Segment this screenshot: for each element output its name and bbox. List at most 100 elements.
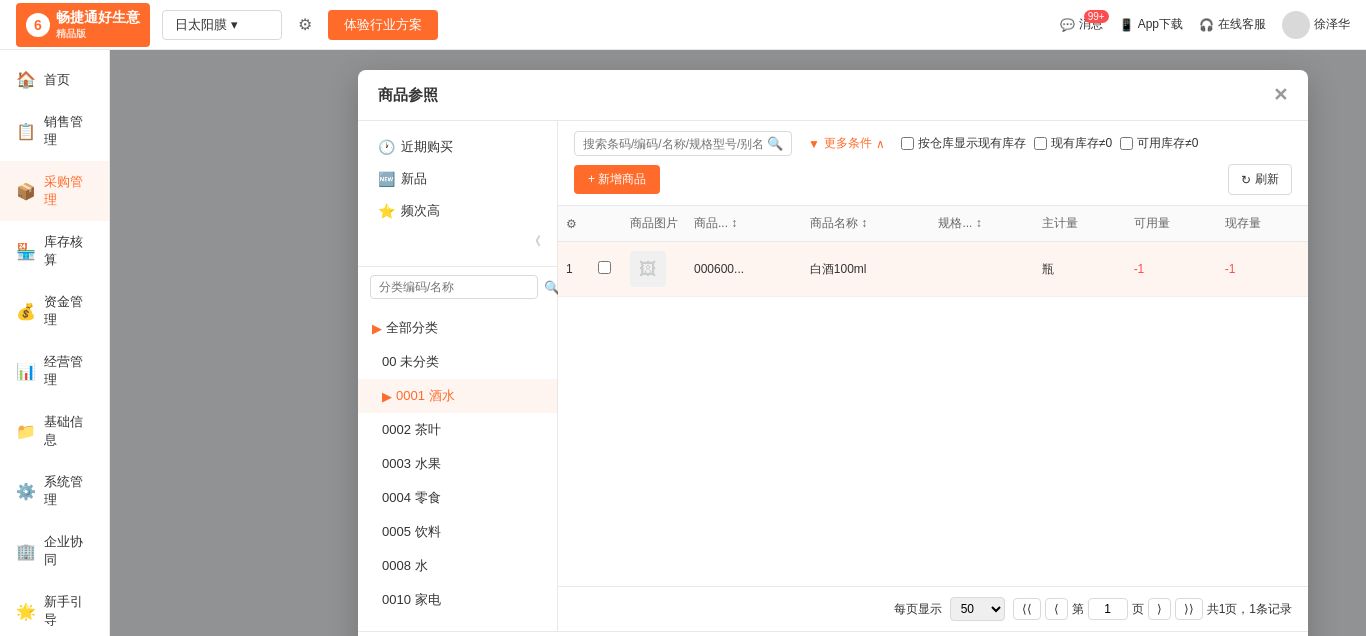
cat-item-beverage[interactable]: 0005 饮料 bbox=[358, 515, 557, 549]
sidebar-label-purchase: 采购管理 bbox=[44, 173, 93, 209]
th-code[interactable]: 商品... ↕ bbox=[686, 206, 802, 242]
sidebar-label-inventory: 库存核算 bbox=[44, 233, 93, 269]
filter-icon: ▼ bbox=[808, 137, 820, 151]
refresh-btn[interactable]: ↻ 刷新 bbox=[1228, 164, 1292, 195]
sales-icon: 📋 bbox=[16, 122, 36, 141]
system-icon: ⚙️ bbox=[16, 482, 36, 501]
th-spec[interactable]: 规格... ↕ bbox=[930, 206, 1034, 242]
sidebar-label-sales: 销售管理 bbox=[44, 113, 93, 149]
existing-stock-input[interactable] bbox=[1034, 137, 1047, 150]
cell-name: 白酒100ml bbox=[802, 242, 931, 297]
sidebar-item-system[interactable]: ⚙️ 系统管理 bbox=[0, 461, 109, 521]
sidebar-item-operations[interactable]: 📊 经营管理 bbox=[0, 341, 109, 401]
headset-icon: 🎧 bbox=[1199, 18, 1214, 32]
sidebar-item-finance[interactable]: 💰 资金管理 bbox=[0, 281, 109, 341]
cat-item-alcohol[interactable]: ▶ 0001 酒水 bbox=[358, 379, 557, 413]
product-search-input[interactable] bbox=[583, 137, 763, 151]
sidebar-label-enterprise: 企业协同 bbox=[44, 533, 93, 569]
last-page-btn[interactable]: ⟩⟩ bbox=[1175, 598, 1203, 620]
cat-label-all: 全部分类 bbox=[386, 319, 438, 337]
cell-check[interactable] bbox=[590, 242, 622, 297]
sidebar-item-inventory[interactable]: 🏪 库存核算 bbox=[0, 221, 109, 281]
cat-item-water[interactable]: 0008 水 bbox=[358, 549, 557, 583]
sidebar-label-guide: 新手引导 bbox=[44, 593, 93, 629]
add-product-btn[interactable]: + 新增商品 bbox=[574, 165, 660, 194]
cell-image: 🖼 bbox=[622, 242, 686, 297]
app-name: 畅捷通好生意 bbox=[56, 9, 140, 27]
cat-item-uncategorized[interactable]: 00 未分类 bbox=[358, 345, 557, 379]
collapse-left-btn[interactable]: 《 bbox=[368, 227, 547, 256]
prev-page-btn[interactable]: ⟨ bbox=[1045, 598, 1068, 620]
new-icon: 🆕 bbox=[378, 171, 395, 187]
cat-item-tea[interactable]: 0002 茶叶 bbox=[358, 413, 557, 447]
th-stock: 现存量 bbox=[1217, 206, 1308, 242]
first-page-btn[interactable]: ⟨⟨ bbox=[1013, 598, 1041, 620]
user-profile[interactable]: 徐泽华 bbox=[1282, 11, 1350, 39]
quick-item-recent[interactable]: 🕐 近期购买 bbox=[368, 131, 547, 163]
app-download-nav-item[interactable]: 📱 App下载 bbox=[1119, 16, 1183, 33]
sidebar-item-purchase[interactable]: 📦 采购管理 bbox=[0, 161, 109, 221]
next-page-btn[interactable]: ⟩ bbox=[1148, 598, 1171, 620]
modal-footer: 显示停用 ? 🛒 连续选择的商品 0 ∧ 取消 确定 bbox=[358, 631, 1308, 636]
cat-item-fruit[interactable]: 0003 水果 bbox=[358, 447, 557, 481]
available-stock-input[interactable] bbox=[1120, 137, 1133, 150]
th-unit: 主计量 bbox=[1034, 206, 1125, 242]
company-dropdown[interactable]: 日太阳膜 ▾ bbox=[162, 10, 282, 40]
filter-arrow-icon: ∧ bbox=[876, 137, 885, 151]
sidebar-item-home[interactable]: 🏠 首页 bbox=[0, 58, 109, 101]
existing-stock-label: 现有库存≠0 bbox=[1051, 135, 1112, 152]
quick-item-frequent[interactable]: ⭐ 频次高 bbox=[368, 195, 547, 227]
cat-item-all[interactable]: ▶ 全部分类 bbox=[358, 311, 557, 345]
mobile-icon: 📱 bbox=[1119, 18, 1134, 32]
search-icon[interactable]: 🔍 bbox=[767, 136, 783, 151]
page-size-select[interactable]: 50 10 20 100 bbox=[950, 597, 1005, 621]
existing-stock-checkbox[interactable]: 现有库存≠0 bbox=[1034, 135, 1112, 152]
sidebar-label-basics: 基础信息 bbox=[44, 413, 93, 449]
purchase-icon: 📦 bbox=[16, 182, 36, 201]
warehouse-filter-input[interactable] bbox=[901, 137, 914, 150]
messages-nav-item[interactable]: 💬 消息 99+ bbox=[1060, 16, 1103, 33]
category-search-input[interactable] bbox=[370, 275, 538, 299]
refresh-icon: ↻ bbox=[1241, 173, 1251, 187]
cat-label-fruit: 0003 水果 bbox=[382, 455, 441, 473]
page-number-input[interactable] bbox=[1088, 598, 1128, 620]
modal-close-icon[interactable]: ✕ bbox=[1273, 84, 1288, 106]
more-filter-btn[interactable]: ▼ 更多条件 ∧ bbox=[800, 131, 893, 156]
th-image: 商品图片 bbox=[622, 206, 686, 242]
product-table-wrap: ⚙ 商品图片 商品... ↕ 商品名称 ↕ bbox=[558, 206, 1308, 586]
logo: 6 畅捷通好生意 精品版 bbox=[16, 3, 150, 47]
cell-available: -1 bbox=[1126, 242, 1217, 297]
table-row[interactable]: 1 🖼 000600... 白酒100ml 瓶 -1 bbox=[558, 242, 1308, 297]
modal-right-panel: 🔍 ▼ 更多条件 ∧ 按仓库显示现有库存 bbox=[558, 121, 1308, 631]
category-search: 🔍 bbox=[358, 267, 557, 307]
th-name[interactable]: 商品名称 ↕ bbox=[802, 206, 931, 242]
online-service-nav-item[interactable]: 🎧 在线客服 bbox=[1199, 16, 1266, 33]
cat-arrow-all: ▶ bbox=[372, 321, 382, 336]
cell-rownum: 1 bbox=[558, 242, 590, 297]
available-stock-checkbox[interactable]: 可用库存≠0 bbox=[1120, 135, 1198, 152]
th-settings[interactable]: ⚙ bbox=[558, 206, 590, 242]
th-name-label: 商品名称 bbox=[810, 216, 858, 230]
cat-arrow-alcohol: ▶ bbox=[382, 389, 392, 404]
cat-item-appliance[interactable]: 0010 家电 bbox=[358, 583, 557, 617]
cell-spec bbox=[930, 242, 1034, 297]
modal-left-panel: 🕐 近期购买 🆕 新品 ⭐ 频次高 《 bbox=[358, 121, 558, 631]
sidebar-item-enterprise[interactable]: 🏢 企业协同 bbox=[0, 521, 109, 581]
th-check bbox=[590, 206, 622, 242]
row-checkbox[interactable] bbox=[598, 261, 611, 274]
page-area: ⟨⟨ ⟨ 第 页 ⟩ ⟩⟩ 共1页，1条记录 bbox=[1013, 598, 1292, 620]
sidebar-item-guide[interactable]: 🌟 新手引导 bbox=[0, 581, 109, 636]
quick-item-new[interactable]: 🆕 新品 bbox=[368, 163, 547, 195]
warehouse-filter-checkbox[interactable]: 按仓库显示现有库存 bbox=[901, 135, 1026, 152]
finance-icon: 💰 bbox=[16, 302, 36, 321]
operations-icon: 📊 bbox=[16, 362, 36, 381]
sidebar-item-sales[interactable]: 📋 销售管理 bbox=[0, 101, 109, 161]
refresh-label: 刷新 bbox=[1255, 171, 1279, 188]
settings-icon[interactable]: ⚙ bbox=[294, 11, 316, 38]
sidebar-item-basics[interactable]: 📁 基础信息 bbox=[0, 401, 109, 461]
cat-label-water: 0008 水 bbox=[382, 557, 428, 575]
experience-btn[interactable]: 体验行业方案 bbox=[328, 10, 438, 40]
cat-item-snack[interactable]: 0004 零食 bbox=[358, 481, 557, 515]
table-header-row: ⚙ 商品图片 商品... ↕ 商品名称 ↕ bbox=[558, 206, 1308, 242]
inventory-icon: 🏪 bbox=[16, 242, 36, 261]
